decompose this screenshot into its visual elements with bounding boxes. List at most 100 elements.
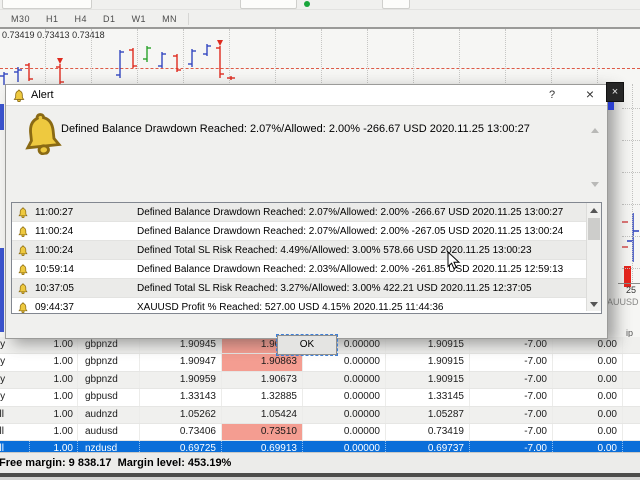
scrollbar-thumb[interactable]: [588, 218, 600, 240]
alert-message: Defined Total SL Risk Reached: 4.49%/All…: [137, 244, 532, 256]
symbol-cell: gbpnzd: [78, 371, 140, 389]
chart-gridline: [137, 29, 138, 85]
toolbar-button-fragment[interactable]: [240, 0, 297, 9]
table-row[interactable]: buy 1.00gbpnzd1.909471.908630.000001.9091…: [0, 354, 640, 372]
bell-icon: [18, 226, 28, 237]
current-price-cell: 1.33145: [386, 389, 470, 406]
stop-loss-cell: 1.05424: [222, 406, 303, 423]
chart-gridline: [622, 268, 640, 269]
order-type-cell: buy: [0, 356, 6, 368]
alert-dialog-titlebar[interactable]: Alert: [6, 85, 607, 106]
alert-time: 11:00:27: [35, 206, 74, 218]
symbol-cell: gbpnzd: [78, 337, 140, 354]
current-price-cell: 1.90915: [386, 337, 470, 354]
order-type-cell: sell: [0, 408, 5, 420]
chart-gridline: [275, 29, 276, 85]
volume-cell: 1.00: [30, 371, 78, 389]
alert-dialog-title: Alert: [31, 89, 54, 101]
top-toolbar-fragment: [0, 0, 640, 10]
right-chart-axis: [618, 283, 640, 284]
chart-gridline: [597, 29, 598, 85]
bell-icon: [18, 283, 28, 294]
alert-list-item[interactable]: 10:59:14 Defined Balance Drawdown Reached…: [12, 260, 601, 279]
current-price-cell: 0.73419: [386, 423, 470, 441]
scroll-up-icon[interactable]: [591, 128, 599, 133]
chart-gridline: [229, 29, 230, 85]
table-row[interactable]: buy 1.00gbpusd1.331431.328850.000001.3314…: [0, 389, 640, 407]
alert-dialog: Alert ? × Defined Balance Drawdown Reach…: [5, 84, 608, 356]
open-price-cell: 1.33143: [140, 389, 222, 406]
close-icon[interactable]: ×: [576, 85, 604, 105]
symbol-cell: audusd: [78, 423, 140, 441]
bell-icon: [18, 207, 28, 218]
status-bar: Free margin: 9 838.17 Margin level: 453.…: [0, 452, 640, 474]
open-price-cell: 1.90945: [140, 337, 222, 354]
help-button[interactable]: ?: [539, 85, 565, 105]
alert-list-item[interactable]: 09:44:37 XAUUSD Profit % Reached: 527.00 …: [12, 298, 601, 313]
alert-list-item[interactable]: 10:37:05 Defined Total SL Risk Reached: 3…: [12, 279, 601, 298]
symbol-cell: gbpusd: [78, 389, 140, 406]
alert-dialog-body: Defined Balance Drawdown Reached: 2.07%/…: [6, 106, 607, 356]
profit-cell: 0.00: [553, 389, 623, 406]
toolbar-button-fragment[interactable]: [2, 0, 92, 9]
timeframe-button-mn[interactable]: MN: [157, 12, 182, 26]
alert-time: 10:59:14: [35, 263, 74, 275]
table-row[interactable]: sell 1.00audusd0.734060.735100.000000.734…: [0, 423, 640, 442]
timeframe-button-d1[interactable]: D1: [98, 12, 121, 26]
chart-gridline: [459, 29, 460, 85]
chart-gridline: [622, 108, 640, 109]
take-profit-cell: 0.00000: [303, 389, 386, 406]
stop-loss-cell: 1.32885: [222, 389, 303, 406]
symbol-cell: audnzd: [78, 406, 140, 423]
open-price-cell: 0.73406: [140, 423, 222, 441]
timeframe-button-h1[interactable]: H1: [41, 12, 64, 26]
alert-message: Defined Balance Drawdown Reached: 2.07%/…: [137, 206, 564, 218]
status-bar-text: Free margin: 9 838.17 Margin level: 453.…: [0, 457, 232, 469]
profit-cell: 0.00: [553, 423, 623, 441]
bell-icon: [13, 89, 25, 102]
order-type-cell: buy: [0, 373, 6, 385]
table-row[interactable]: sell 1.00audnzd1.052621.054240.000001.052…: [0, 406, 640, 424]
take-profit-cell: 0.00000: [303, 371, 386, 389]
timeframe-button-w1[interactable]: W1: [127, 12, 152, 26]
timeframe-toolbar: M30 H1 H4 D1 W1 MN: [0, 10, 640, 29]
volume-cell: 1.00: [30, 337, 78, 354]
volume-cell: 1.00: [30, 354, 78, 371]
open-price-cell: 1.90959: [140, 371, 222, 389]
current-price-cell: 1.05287: [386, 406, 470, 423]
chart-gridline: [321, 29, 322, 85]
scroll-down-icon[interactable]: [591, 182, 599, 187]
chart-gridline: [45, 29, 46, 85]
alert-list-item[interactable]: 11:00:27 Defined Balance Drawdown Reached…: [12, 203, 601, 222]
chart-gridline: [367, 29, 368, 85]
profit-cell: 0.00: [553, 371, 623, 389]
stop-loss-cell: 1.90673: [222, 371, 303, 389]
volume-cell: 1.00: [30, 406, 78, 423]
table-row[interactable]: buy 1.00gbpnzd1.909591.906730.000001.9091…: [0, 371, 640, 390]
profit-cell: 0.00: [553, 337, 623, 354]
alert-list-item[interactable]: 11:00:24 Defined Balance Drawdown Reached…: [12, 222, 601, 241]
alert-message: Defined Balance Drawdown Reached: 2.03%/…: [137, 263, 564, 275]
scrollbar-up-button[interactable]: [587, 203, 601, 217]
open-price-cell: 1.90947: [140, 354, 222, 371]
order-type-cell: sell: [0, 425, 5, 437]
timeframe-button-m30[interactable]: M30: [6, 12, 35, 26]
alert-list-item[interactable]: 11:00:24 Defined Total SL Risk Reached: 4…: [12, 241, 601, 260]
chart-gridline: [622, 204, 640, 205]
chart-gridline: [622, 172, 640, 173]
scrollbar-down-button[interactable]: [587, 297, 601, 311]
order-type-cell: buy: [0, 391, 6, 403]
ok-button[interactable]: OK: [276, 334, 338, 356]
status-dot-icon: [304, 1, 310, 7]
window-edge-fragment: [0, 248, 4, 332]
alert-time: 10:37:05: [35, 282, 74, 294]
window-close-button[interactable]: ×: [606, 82, 624, 102]
swap-cell: -7.00: [470, 423, 553, 441]
chart-quote-text: 0.73419 0.73413 0.73418: [2, 30, 105, 40]
toolbar-button-fragment[interactable]: [382, 0, 410, 9]
take-profit-cell: 0.00000: [303, 423, 386, 441]
bell-icon: [18, 302, 28, 313]
timeframe-button-h4[interactable]: H4: [70, 12, 93, 26]
swap-cell: -7.00: [470, 389, 553, 406]
alert-list-scrollbar[interactable]: [586, 203, 601, 311]
